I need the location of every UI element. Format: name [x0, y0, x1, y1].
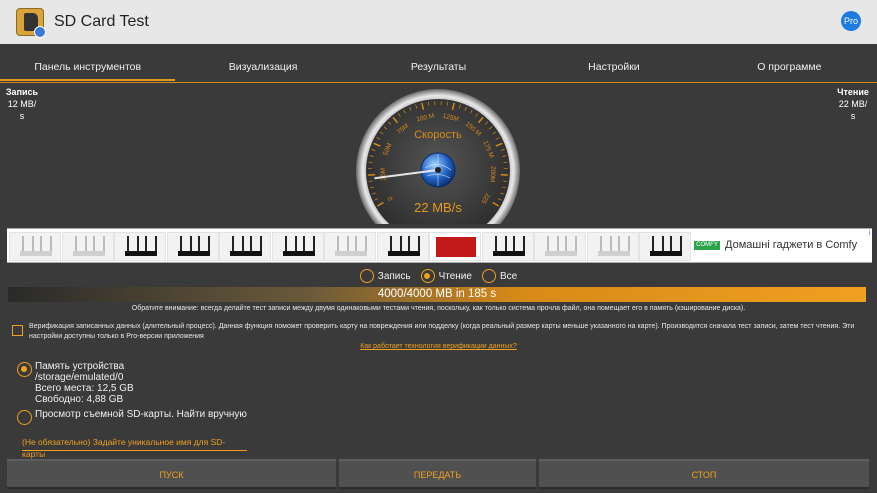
device-storage-info[interactable]: Память устройства /storage/emulated/0 Вс…	[35, 361, 134, 405]
device-storage-total: Всего места: 12,5 GB	[35, 383, 134, 394]
mode-all[interactable]: Все	[481, 268, 518, 284]
device-storage-free: Свободно: 4,88 GB	[35, 394, 124, 405]
verify-help-link[interactable]: Как работает технология верификации данн…	[0, 343, 877, 350]
read-unit: s	[850, 111, 856, 121]
device-storage-path: /storage/emulated/0	[35, 372, 124, 383]
write-speed: Запись 12 MB/ s	[4, 86, 40, 122]
tab-bar: Панель инструментов Визуализация Результ…	[0, 55, 877, 81]
radio-write[interactable]	[359, 269, 374, 283]
tab-dashboard[interactable]: Панель инструментов	[0, 55, 176, 81]
tab-results[interactable]: Результаты	[351, 55, 526, 81]
router-product-icon[interactable]	[586, 232, 639, 261]
gauge-readout: 22 MB/s	[414, 200, 462, 215]
gauge-tick-label: 25M	[380, 168, 388, 181]
comfy-logo: COMFY	[694, 241, 720, 250]
router-product-icon[interactable]	[481, 232, 534, 261]
tab-settings[interactable]: Настройки	[526, 55, 701, 81]
title-bar: SD Card Test Pro	[0, 0, 877, 44]
gauge-tick-label: 200M	[488, 166, 496, 183]
cache-note: Обратите внимание: всегда делайте тест з…	[131, 305, 746, 312]
write-label: Запись	[5, 87, 39, 97]
sd-card-app-icon	[16, 8, 46, 38]
tv-product-icon[interactable]	[429, 232, 481, 261]
router-product-icon[interactable]	[166, 232, 219, 261]
tab-about[interactable]: О программе	[702, 55, 877, 81]
mode-all-label: Все	[499, 270, 518, 282]
verify-checkbox[interactable]	[12, 325, 23, 336]
app-title: SD Card Test	[54, 13, 149, 30]
router-product-icon[interactable]	[9, 232, 61, 261]
test-mode-selector: Запись Чтение Все	[0, 268, 877, 284]
mode-write[interactable]: Запись	[359, 268, 411, 284]
card-name-input[interactable]: (Не обязательно) Задайте уникальное имя …	[22, 436, 247, 459]
read-value: 22 MB/	[838, 99, 868, 109]
read-speed: Чтение 22 MB/ s	[834, 86, 872, 122]
speedometer-icon: 025M50M75M100 M 125M150 M175 M200M225 Ско…	[356, 89, 520, 253]
tab-divider	[0, 82, 877, 83]
mode-read[interactable]: Чтение	[420, 268, 472, 284]
router-product-icon[interactable]	[324, 232, 376, 261]
speed-gauge: 0 25M 50M 75M 100 M 125M 150 M 175 M 200M 225 Ско…	[355, 88, 521, 253]
start-button[interactable]: ПУСК	[7, 459, 336, 489]
pro-button[interactable]: Pro	[841, 11, 861, 31]
router-product-icon[interactable]	[534, 232, 586, 261]
radio-read[interactable]	[420, 269, 435, 283]
radio-all[interactable]	[481, 269, 496, 283]
tab-visualization[interactable]: Визуализация	[175, 55, 350, 81]
device-storage-title: Память устройства	[35, 361, 125, 372]
mode-write-label: Запись	[377, 270, 411, 282]
verify-text: Верификация записанных данных (длительны…	[29, 323, 855, 340]
ad-banner[interactable]: COMFY Домашні гаджети в Comfy i	[7, 228, 872, 263]
browse-sd-label[interactable]: Просмотр съемной SD-карты. Найти вручную	[35, 409, 247, 420]
read-label: Чтение	[837, 87, 869, 97]
ad-info-icon[interactable]: i	[868, 230, 870, 237]
router-product-icon[interactable]	[271, 232, 324, 261]
progress-text: 4000/4000 MB in 185 s	[377, 288, 497, 300]
write-unit: s	[19, 111, 25, 121]
progress-bar: 4000/4000 MB in 185 s	[8, 287, 866, 302]
write-value: 12 MB/	[7, 99, 37, 109]
ad-text[interactable]: Домашні гаджети в Comfy	[725, 239, 857, 251]
router-product-icon[interactable]	[114, 232, 166, 261]
router-product-icon[interactable]	[639, 232, 691, 261]
share-button[interactable]: ПЕРЕДАТЬ	[339, 459, 536, 489]
device-storage-radio[interactable]	[17, 362, 32, 377]
browse-sd-radio[interactable]	[17, 410, 32, 425]
mode-read-label: Чтение	[438, 270, 472, 282]
router-product-icon[interactable]	[219, 232, 271, 261]
router-product-icon[interactable]	[61, 232, 114, 261]
router-product-icon[interactable]	[376, 232, 429, 261]
gauge-title: Скорость	[414, 129, 462, 141]
stop-button[interactable]: СТОП	[539, 459, 869, 489]
